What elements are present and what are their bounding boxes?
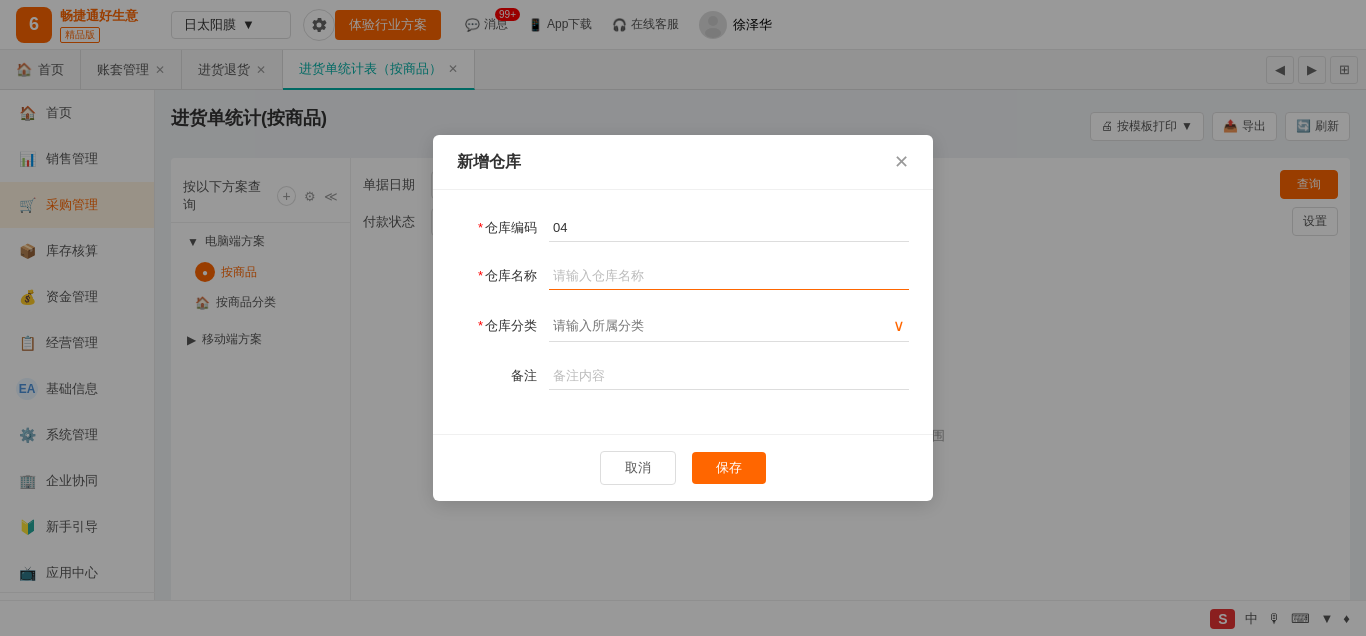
category-label: 仓库分类 xyxy=(457,317,537,335)
code-input[interactable] xyxy=(549,214,909,242)
save-button[interactable]: 保存 xyxy=(692,452,766,484)
category-select-wrapper[interactable]: ∨ xyxy=(549,310,909,342)
category-chevron-icon: ∨ xyxy=(893,316,905,335)
add-warehouse-modal: 新增仓库 ✕ 仓库编码 仓库名称 仓库分类 ∨ xyxy=(433,135,933,501)
form-row-code: 仓库编码 xyxy=(457,214,909,242)
name-label: 仓库名称 xyxy=(457,267,537,285)
modal-title: 新增仓库 xyxy=(457,152,521,173)
code-label: 仓库编码 xyxy=(457,219,537,237)
modal-close-button[interactable]: ✕ xyxy=(894,151,909,173)
cancel-button[interactable]: 取消 xyxy=(600,451,676,485)
note-input[interactable] xyxy=(549,362,909,390)
note-label: 备注 xyxy=(457,367,537,385)
modal-footer: 取消 保存 xyxy=(433,434,933,501)
name-input[interactable] xyxy=(549,262,909,290)
modal-header: 新增仓库 ✕ xyxy=(433,135,933,190)
form-row-note: 备注 xyxy=(457,362,909,390)
modal-overlay[interactable]: 新增仓库 ✕ 仓库编码 仓库名称 仓库分类 ∨ xyxy=(0,0,1366,636)
form-row-name: 仓库名称 xyxy=(457,262,909,290)
category-input[interactable] xyxy=(553,318,893,333)
modal-body: 仓库编码 仓库名称 仓库分类 ∨ 备注 xyxy=(433,190,933,434)
form-row-category: 仓库分类 ∨ xyxy=(457,310,909,342)
